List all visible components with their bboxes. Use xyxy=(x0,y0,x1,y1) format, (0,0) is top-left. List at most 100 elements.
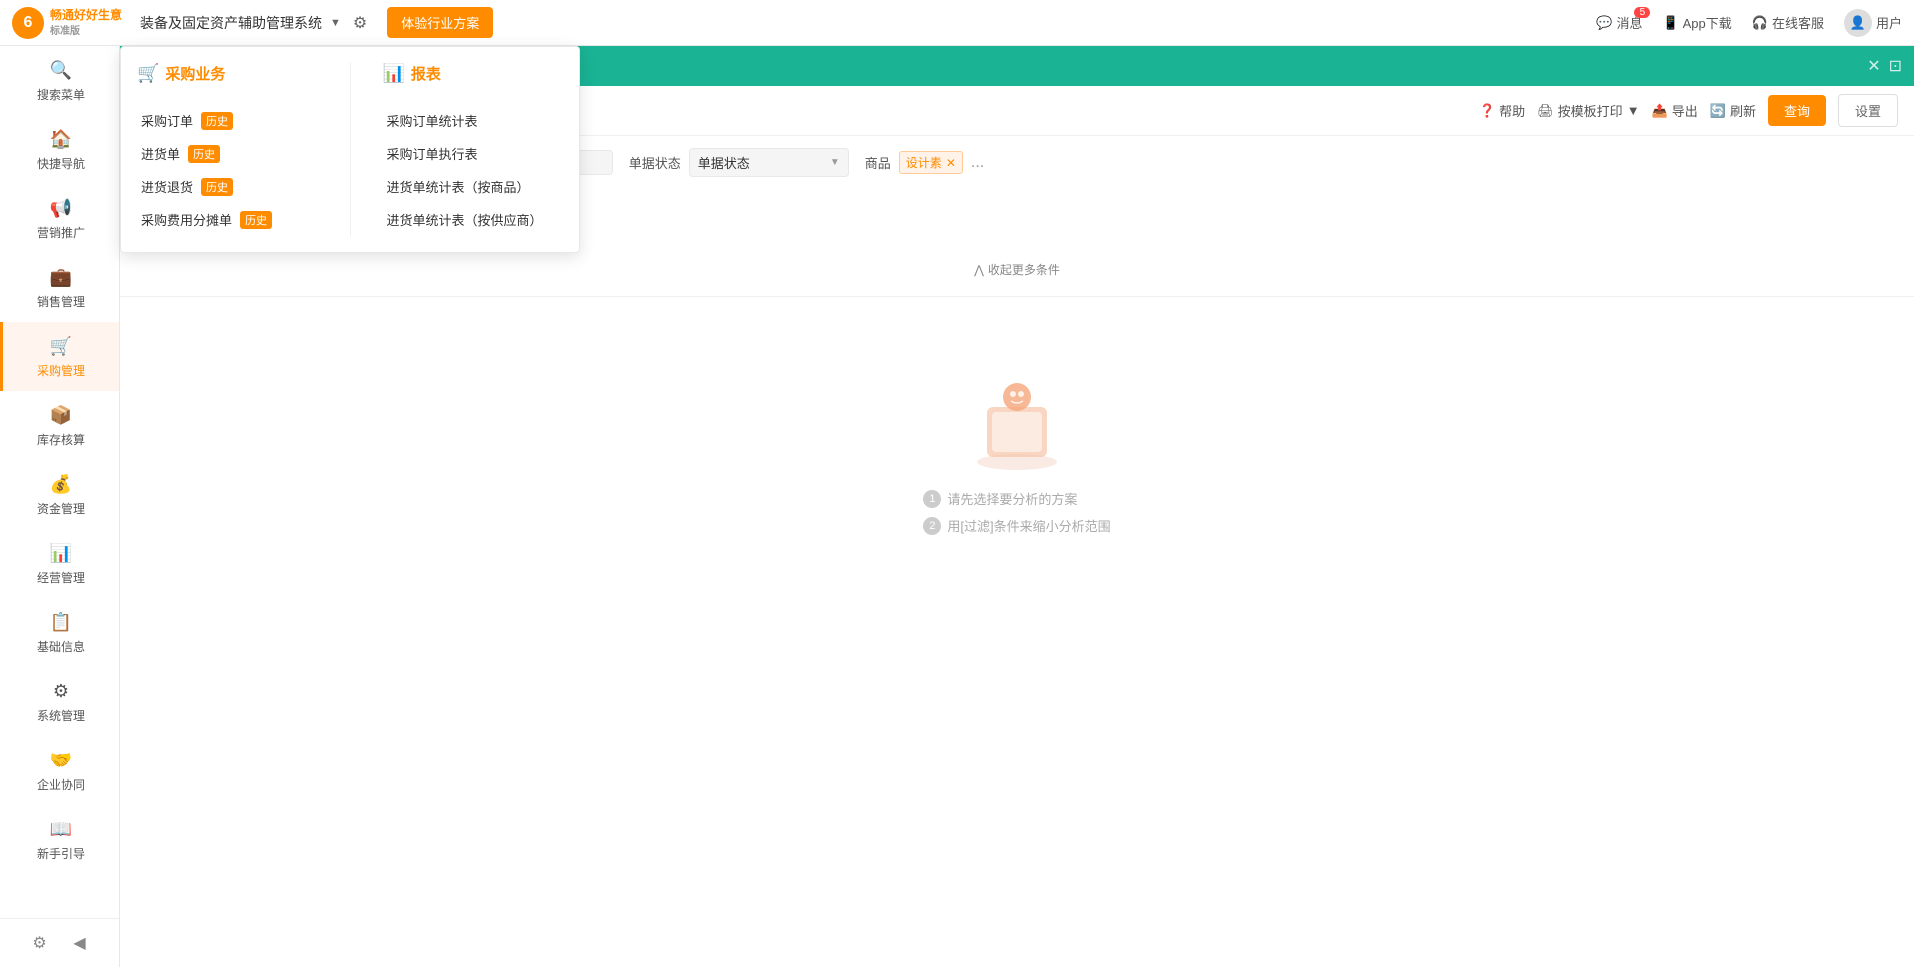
purchase-col-icon: 🛒 xyxy=(137,63,159,84)
sidebar-label-system: 系统管理 xyxy=(37,707,85,724)
empty-hint-2: 2 用[过滤]条件来缩小分析范围 xyxy=(923,516,1110,535)
inventory-icon: 📦 xyxy=(49,403,73,427)
filter-item-doc-status: 单据状态 单据状态 ▼ xyxy=(629,148,849,177)
receipt-label: 进货单 xyxy=(141,144,180,163)
sidebar-item-inventory[interactable]: 📦 库存核算 xyxy=(0,391,119,460)
print-icon: 🖨 xyxy=(1537,103,1554,119)
doc-status-arrow: ▼ xyxy=(830,157,840,168)
system-title-dropdown[interactable]: ▼ xyxy=(330,17,341,29)
sidebar-label-guide: 新手引导 xyxy=(37,845,85,862)
sidebar-label-search: 搜索菜单 xyxy=(37,86,85,103)
refresh-label: 刷新 xyxy=(1730,101,1756,120)
dropdown-item-receipt[interactable]: 进货单 历史 xyxy=(137,137,318,170)
sidebar-item-operations[interactable]: 📊 经营管理 xyxy=(0,529,119,598)
sidebar-item-finance[interactable]: 💰 资金管理 xyxy=(0,460,119,529)
sales-icon: 💼 xyxy=(49,265,73,289)
sidebar-item-purchase[interactable]: 🛒 采购管理 xyxy=(0,322,119,391)
dropdown-col-business-title: 🛒 采购业务 xyxy=(137,63,318,92)
sidebar-item-cooperation[interactable]: 🤝 企业协同 xyxy=(0,736,119,805)
search-icon: 🔍 xyxy=(49,58,73,82)
doc-status-text: 单据状态 xyxy=(698,153,750,172)
dropdown-item-return[interactable]: 进货退货 历史 xyxy=(137,170,318,203)
empty-hint-1: 1 请先选择要分析的方案 xyxy=(923,489,1077,508)
sidebar-item-marketing[interactable]: 📢 营销推广 xyxy=(0,184,119,253)
sidebar-label-marketing: 营销推广 xyxy=(37,224,85,241)
doc-status-value[interactable]: 单据状态 ▼ xyxy=(689,148,849,177)
receipt-stat-supplier-label: 进货单统计表（按供应商） xyxy=(387,210,543,229)
print-arrow[interactable]: ▼ xyxy=(1627,103,1640,118)
print-label: 按模板打印 xyxy=(1558,101,1623,120)
sidebar-label-quicknav: 快捷导航 xyxy=(37,155,85,172)
sidebar-item-system[interactable]: ⚙ 系统管理 xyxy=(0,667,119,736)
print-action[interactable]: 🖨 按模板打印 ▼ xyxy=(1537,101,1639,120)
user-action[interactable]: 👤 用户 xyxy=(1844,9,1902,37)
system-title-area: 装备及固定资产辅助管理系统 ▼ ⚙ 体验行业方案 xyxy=(140,7,493,38)
sidebar-label-sales: 销售管理 xyxy=(37,293,85,310)
empty-state: 1 请先选择要分析的方案 2 用[过滤]条件来缩小分析范围 xyxy=(120,297,1914,615)
export-label: 导出 xyxy=(1672,101,1698,120)
sidebar-item-guide[interactable]: 📖 新手引导 xyxy=(0,805,119,874)
dropdown-item-receipt-stat-goods[interactable]: 进货单统计表（按商品） xyxy=(383,170,564,203)
window-resize-btn[interactable]: ⊡ xyxy=(1889,56,1902,76)
query-btn[interactable]: 查询 xyxy=(1768,95,1826,126)
header-right: 💬 消息 5 📱 App下载 🎧 在线客服 👤 用户 xyxy=(1596,9,1902,37)
sidebar-collapse-btn[interactable]: ◀ xyxy=(64,927,96,959)
dropdown-item-expense[interactable]: 采购费用分摊单 历史 xyxy=(137,203,318,236)
logo-badge: 标准版 xyxy=(50,22,122,37)
service-label: 在线客服 xyxy=(1772,13,1824,32)
dropdown-item-po-stat[interactable]: 采购订单统计表 xyxy=(383,104,564,137)
message-action[interactable]: 💬 消息 5 xyxy=(1596,13,1642,32)
sidebar-item-basic[interactable]: 📋 基础信息 xyxy=(0,598,119,667)
window-close-btn[interactable]: ✕ xyxy=(1867,56,1880,76)
dropdown-item-po-exec[interactable]: 采购订单执行表 xyxy=(383,137,564,170)
finance-icon: 💰 xyxy=(49,472,73,496)
empty-icon xyxy=(957,377,1077,477)
help-label: 帮助 xyxy=(1499,101,1525,120)
message-icon: 💬 xyxy=(1596,15,1612,31)
settings-btn[interactable]: 设置 xyxy=(1838,94,1898,127)
goods-tag-remove[interactable]: ✕ xyxy=(946,156,956,170)
industry-btn[interactable]: 体验行业方案 xyxy=(387,7,493,38)
refresh-action[interactable]: 🔄 刷新 xyxy=(1710,101,1756,120)
user-avatar: 👤 xyxy=(1844,9,1872,37)
sidebar-label-basic: 基础信息 xyxy=(37,638,85,655)
basic-icon: 📋 xyxy=(49,610,73,634)
sidebar-label-cooperation: 企业协同 xyxy=(37,776,85,793)
dropdown-item-po[interactable]: 采购订单 历史 xyxy=(137,104,318,137)
filter-item-goods: 商品 设计素 ✕ ... xyxy=(865,151,984,174)
sidebar-label-inventory: 库存核算 xyxy=(37,431,85,448)
sidebar-label-operations: 经营管理 xyxy=(37,569,85,586)
collapse-filters-btn[interactable]: ⋀ 收起更多条件 xyxy=(136,255,1898,284)
hint-num-2: 2 xyxy=(923,517,941,535)
sidebar-label-finance: 资金管理 xyxy=(37,500,85,517)
goods-tag-design[interactable]: 设计素 ✕ xyxy=(899,151,963,174)
app-download-action[interactable]: 📱 App下载 xyxy=(1662,13,1731,32)
po-exec-label: 采购订单执行表 xyxy=(387,144,478,163)
dropdown-col-report: 📊 报表 采购订单统计表 采购订单执行表 进货单统计表（按商品） 进货单统计表（… xyxy=(383,63,564,236)
dropdown-col-business-label: 采购业务 xyxy=(165,63,225,84)
help-icon: ❓ xyxy=(1479,103,1495,119)
dropdown-col-report-label: 报表 xyxy=(411,63,441,84)
sidebar-settings-btn[interactable]: ⚙ xyxy=(24,927,56,959)
goods-filter-dots[interactable]: ... xyxy=(971,154,984,172)
guide-icon: 📖 xyxy=(49,817,73,841)
logo-area: 6 畅通好好生意 标准版 xyxy=(12,7,132,39)
service-action[interactable]: 🎧 在线客服 xyxy=(1752,13,1824,32)
home-icon: 🏠 xyxy=(49,127,73,151)
return-label: 进货退货 xyxy=(141,177,193,196)
header-settings-icon[interactable]: ⚙ xyxy=(353,13,367,33)
dropdown-item-receipt-stat-supplier[interactable]: 进货单统计表（按供应商） xyxy=(383,203,564,236)
help-action[interactable]: ❓ 帮助 xyxy=(1479,101,1525,120)
po-stat-label: 采购订单统计表 xyxy=(387,111,478,130)
logo-icon: 6 xyxy=(12,7,44,39)
sidebar-item-sales[interactable]: 💼 销售管理 xyxy=(0,253,119,322)
receipt-stat-goods-label: 进货单统计表（按商品） xyxy=(387,177,530,196)
cooperation-icon: 🤝 xyxy=(49,748,73,772)
sidebar-item-search[interactable]: 🔍 搜索菜单 xyxy=(0,46,119,115)
empty-tip-1: 请先选择要分析的方案 xyxy=(947,489,1077,508)
expense-history-badge: 历史 xyxy=(240,211,272,229)
logo-title: 畅通好好生意 xyxy=(50,8,122,22)
phone-icon: 📱 xyxy=(1662,15,1678,31)
sidebar-item-quicknav[interactable]: 🏠 快捷导航 xyxy=(0,115,119,184)
export-action[interactable]: 📤 导出 xyxy=(1652,101,1698,120)
